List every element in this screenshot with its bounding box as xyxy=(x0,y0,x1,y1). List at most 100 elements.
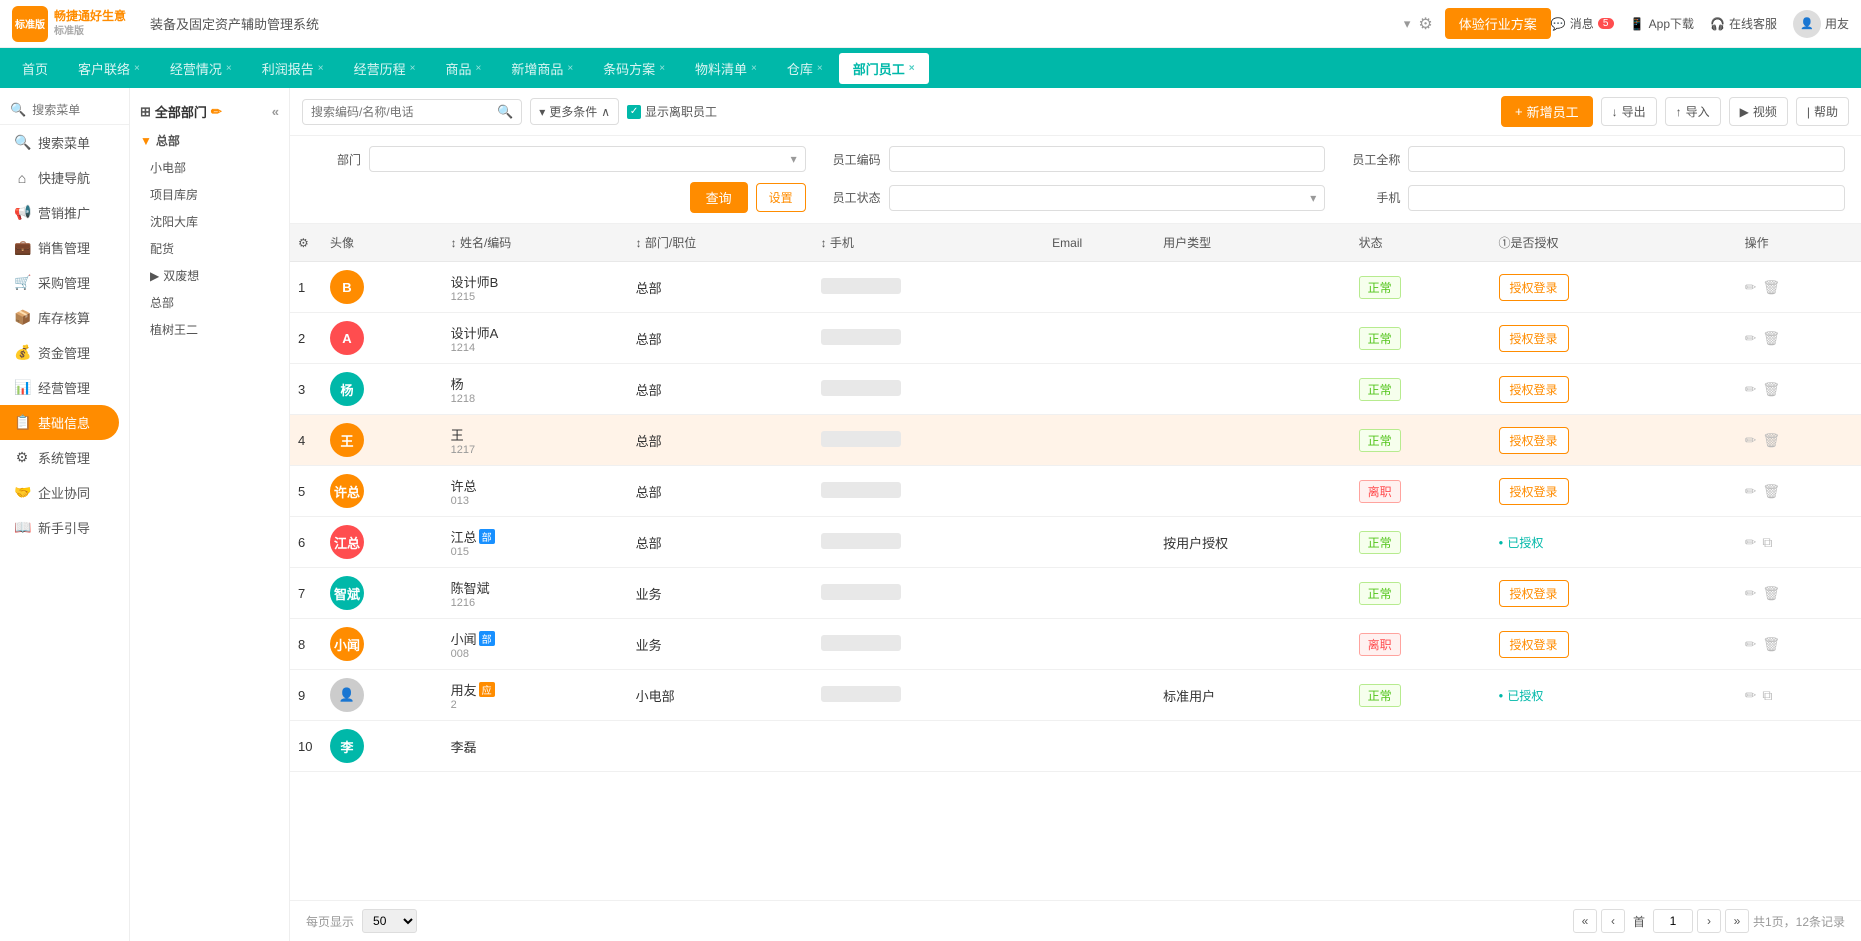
sidebar-item-system[interactable]: ⚙ 系统管理 xyxy=(0,440,129,475)
edit-op-icon[interactable]: ✏ xyxy=(1745,279,1757,296)
close-icon[interactable]: × xyxy=(475,63,481,74)
app-download-btn[interactable]: 📱 App下载 xyxy=(1630,15,1694,32)
system-dropdown-icon[interactable]: ▾ xyxy=(1404,16,1411,32)
sidebar-item-sales[interactable]: 💼 销售管理 xyxy=(0,230,129,265)
per-page-select[interactable]: 50 100 200 xyxy=(362,909,417,933)
copy-op-icon[interactable]: ⧉ xyxy=(1762,687,1772,704)
auth-btn[interactable]: 授权登录 xyxy=(1499,580,1569,607)
delete-op-icon[interactable]: 🗑 xyxy=(1762,279,1780,296)
tab-barcode[interactable]: 条码方案 × xyxy=(589,53,679,84)
close-icon[interactable]: × xyxy=(318,63,324,74)
sidebar-item-nav[interactable]: 🔍 搜索菜单 xyxy=(0,125,129,160)
trial-btn[interactable]: 体验行业方案 xyxy=(1445,8,1551,39)
delete-op-icon[interactable]: 🗑 xyxy=(1762,636,1780,653)
th-dept[interactable]: ↕ 部门/职位 xyxy=(628,224,813,262)
sidebar-item-inventory[interactable]: 📦 库存核算 xyxy=(0,300,129,335)
emp-status-select[interactable]: ▾ xyxy=(889,185,1326,211)
close-icon[interactable]: × xyxy=(567,63,573,74)
more-filter-btn[interactable]: ▾ 更多条件 ∧ xyxy=(530,98,619,125)
edit-op-icon[interactable]: ✏ xyxy=(1745,585,1757,602)
emp-code-input[interactable] xyxy=(889,146,1326,172)
edit-icon[interactable]: ✏ xyxy=(211,104,222,120)
close-icon[interactable]: × xyxy=(817,63,823,74)
sidebar-item-guide[interactable]: 📖 新手引导 xyxy=(0,510,129,545)
delete-op-icon[interactable]: 🗑 xyxy=(1762,381,1780,398)
auth-btn[interactable]: 授权登录 xyxy=(1499,631,1569,658)
close-icon[interactable]: × xyxy=(134,63,140,74)
copy-op-icon[interactable]: ⧉ xyxy=(1762,534,1772,551)
tab-goods[interactable]: 商品 × xyxy=(431,53,495,84)
tab-add-goods[interactable]: 新增商品 × xyxy=(497,53,587,84)
tree-item-small-elec[interactable]: 小电部 xyxy=(130,154,289,181)
delete-op-icon[interactable]: 🗑 xyxy=(1762,585,1780,602)
delete-op-icon[interactable]: 🗑 xyxy=(1762,432,1780,449)
import-btn[interactable]: ↑ 导入 xyxy=(1665,97,1721,126)
tab-customer[interactable]: 客户联络 × xyxy=(64,53,154,84)
sidebar-item-purchase[interactable]: 🛒 采购管理 xyxy=(0,265,129,300)
show-resigned-toggle[interactable]: ✓ 显示离职员工 xyxy=(627,103,717,120)
next-page-btn[interactable]: › xyxy=(1697,909,1721,933)
sidebar-item-finance[interactable]: 💰 资金管理 xyxy=(0,335,129,370)
close-icon[interactable]: × xyxy=(751,63,757,74)
support-btn[interactable]: 🎧 在线客服 xyxy=(1710,15,1777,32)
close-icon[interactable]: × xyxy=(226,63,232,74)
collapse-icon[interactable]: « xyxy=(272,104,279,119)
delete-op-icon[interactable]: 🗑 xyxy=(1762,483,1780,500)
last-page-btn[interactable]: » xyxy=(1725,909,1749,933)
auth-btn[interactable]: 授权登录 xyxy=(1499,427,1569,454)
tree-item-distribution[interactable]: 配货 xyxy=(130,235,289,262)
edit-op-icon[interactable]: ✏ xyxy=(1745,432,1757,449)
close-icon[interactable]: × xyxy=(909,63,915,74)
tree-item-shenyang[interactable]: 沈阳大库 xyxy=(130,208,289,235)
video-btn[interactable]: ▶ 视频 xyxy=(1729,97,1788,126)
tree-item-hq[interactable]: 总部 xyxy=(130,289,289,316)
th-phone[interactable]: ↕ 手机 xyxy=(813,224,1045,262)
auth-btn[interactable]: 授权登录 xyxy=(1499,376,1569,403)
auth-btn[interactable]: 授权登录 xyxy=(1499,478,1569,505)
sidebar-search-input[interactable] xyxy=(32,103,119,117)
first-page-btn[interactable]: « xyxy=(1573,909,1597,933)
settings-icon[interactable]: ⚙ xyxy=(1418,14,1432,34)
tree-item-general[interactable]: ▼ 总部 xyxy=(130,127,289,154)
tree-item-plant[interactable]: 植树王二 xyxy=(130,316,289,343)
msg-btn[interactable]: 💬 消息 5 xyxy=(1551,15,1614,32)
add-employee-btn[interactable]: + 新增员工 xyxy=(1501,96,1593,127)
delete-op-icon[interactable]: 🗑 xyxy=(1762,330,1780,347)
tree-item-double[interactable]: ▶ 双废想 xyxy=(130,262,289,289)
export-btn[interactable]: ↓ 导出 xyxy=(1601,97,1657,126)
sidebar-item-basic-info[interactable]: 📋 基础信息 xyxy=(0,405,119,440)
help-btn[interactable]: | 帮助 xyxy=(1796,97,1849,126)
tab-bom[interactable]: 物料清单 × xyxy=(681,53,771,84)
auth-btn[interactable]: 授权登录 xyxy=(1499,274,1569,301)
auth-btn[interactable]: 授权登录 xyxy=(1499,325,1569,352)
sidebar-item-business[interactable]: 📊 经营管理 xyxy=(0,370,129,405)
tab-department[interactable]: 部门员工 × xyxy=(839,53,929,84)
th-settings[interactable]: ⚙ xyxy=(290,224,322,262)
query-btn[interactable]: 查询 xyxy=(690,182,748,213)
tree-item-project[interactable]: 项目库房 xyxy=(130,181,289,208)
edit-op-icon[interactable]: ✏ xyxy=(1745,687,1757,704)
close-icon[interactable]: × xyxy=(410,63,416,74)
sidebar-item-marketing[interactable]: 📢 营销推广 xyxy=(0,195,129,230)
tab-home[interactable]: 首页 xyxy=(8,53,62,84)
sidebar-item-collab[interactable]: 🤝 企业协同 xyxy=(0,475,129,510)
dept-select[interactable]: ▾ xyxy=(369,146,806,172)
phone-input[interactable] xyxy=(1408,185,1845,211)
emp-name-input[interactable] xyxy=(1408,146,1845,172)
tab-operation[interactable]: 经营情况 × xyxy=(156,53,246,84)
page-input[interactable] xyxy=(1653,909,1693,933)
tab-profit[interactable]: 利润报告 × xyxy=(248,53,338,84)
close-icon[interactable]: × xyxy=(659,63,665,74)
prev-page-btn[interactable]: ‹ xyxy=(1601,909,1625,933)
edit-op-icon[interactable]: ✏ xyxy=(1745,636,1757,653)
tab-warehouse[interactable]: 仓库 × xyxy=(773,53,837,84)
edit-op-icon[interactable]: ✏ xyxy=(1745,330,1757,347)
sidebar-item-quick[interactable]: ⌂ 快捷导航 xyxy=(0,160,129,195)
tab-history[interactable]: 经营历程 × xyxy=(340,53,430,84)
edit-op-icon[interactable]: ✏ xyxy=(1745,381,1757,398)
user-area[interactable]: 👤 用友 xyxy=(1793,10,1849,38)
edit-op-icon[interactable]: ✏ xyxy=(1745,534,1757,551)
search-icon[interactable]: 🔍 xyxy=(497,104,513,120)
search-input[interactable] xyxy=(311,105,491,119)
edit-op-icon[interactable]: ✏ xyxy=(1745,483,1757,500)
